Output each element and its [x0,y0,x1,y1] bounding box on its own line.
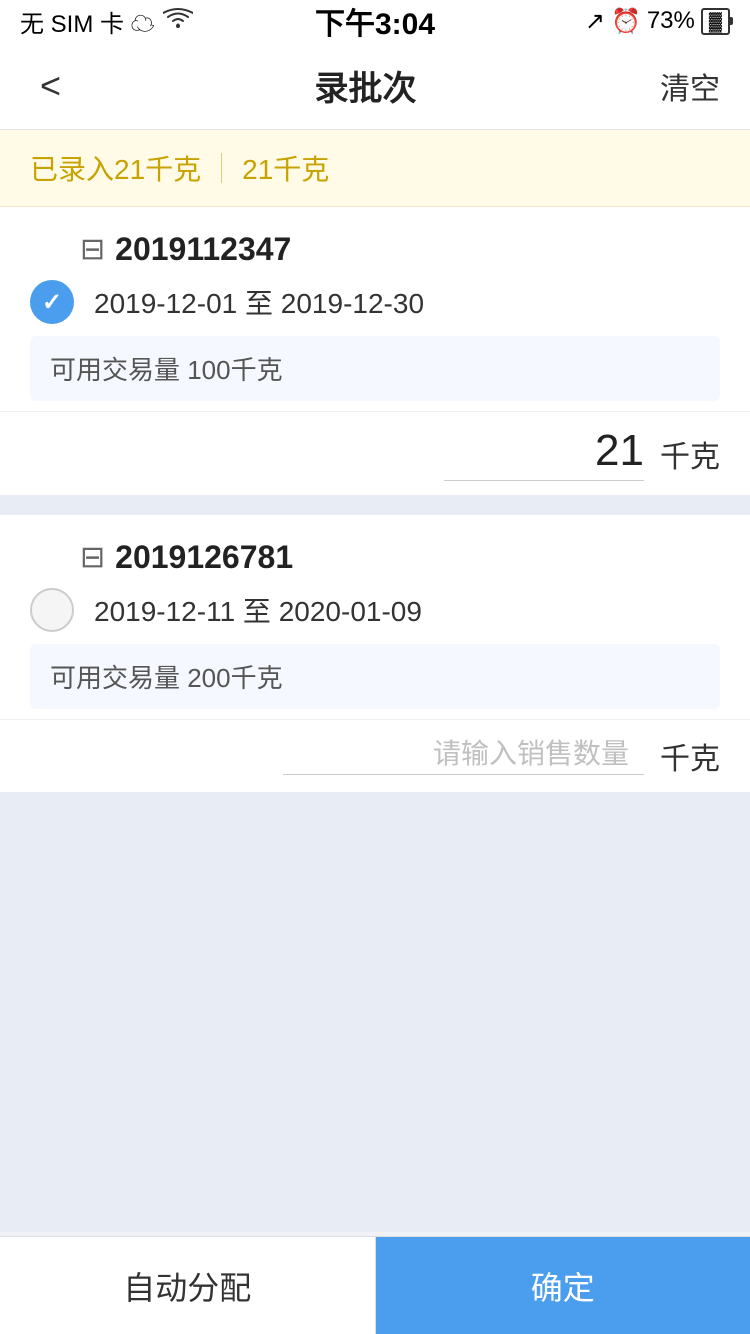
clear-button[interactable]: 清空 [660,64,720,108]
batch-2-card: ⊟ 2019126781 2019-12-11 至 2020-01-09 可用交… [0,515,750,792]
recorded-amount: 已录入21千克 [30,148,201,188]
no-sim-text: 无 SIM 卡 ☁ [20,4,155,39]
batch-1-radio[interactable] [30,280,74,324]
back-button[interactable]: < [30,55,71,117]
batch-1-quantity-underline: 21 [444,426,644,481]
info-banner: 已录入21千克 21千克 [0,130,750,207]
batch-1-card: ⊟ 2019112347 2019-12-01 至 2019-12-30 可用交… [0,207,750,495]
bottom-bar: 自动分配 确定 [0,1236,750,1334]
page-title: 录批次 [315,61,417,110]
wifi-icon [163,7,193,36]
alarm-icon: ⏰ [611,7,641,36]
batch-1-date-row[interactable]: 2019-12-01 至 2019-12-30 [0,276,750,332]
batch-1-date: 2019-12-01 至 2019-12-30 [94,282,424,322]
batch-2-radio[interactable] [30,588,74,632]
nav-bar: < 录批次 清空 [0,42,750,130]
auto-distribute-button[interactable]: 自动分配 [0,1237,376,1334]
battery-text: 73% [647,7,695,35]
status-left: 无 SIM 卡 ☁ [20,4,193,39]
batch-1-header: ⊟ 2019112347 [0,207,750,276]
batch-2-date-row[interactable]: 2019-12-11 至 2020-01-09 [0,584,750,640]
status-bar: 无 SIM 卡 ☁ 下午3:04 ↗ ⏰ 73% ▓ [0,0,750,42]
status-time: 下午3:04 [315,0,435,43]
batch-2-id: 2019126781 [115,539,293,576]
batch-1-available: 可用交易量 100千克 [30,336,720,401]
batch-1-unit: 千克 [660,432,720,476]
batch-1-quantity-value: 21 [595,426,644,475]
total-amount: 21千克 [242,148,329,188]
batch-2-header: ⊟ 2019126781 [0,515,750,584]
batch-1-id: 2019112347 [115,231,291,268]
empty-area [0,812,750,1232]
status-right: ↗ ⏰ 73% ▓ [585,7,730,36]
separator-2 [0,792,750,812]
batch-icon-1: ⊟ [80,232,105,267]
battery-icon: ▓ [701,8,730,35]
batch-2-input-row[interactable]: 千克 [0,719,750,792]
info-divider [221,153,222,183]
batch-2-unit: 千克 [660,734,720,778]
batch-1-quantity-row: 21 千克 [0,411,750,495]
batch-icon-2: ⊟ [80,540,105,575]
batch-2-quantity-input[interactable] [283,738,644,775]
separator-1 [0,495,750,515]
location-icon: ↗ [585,7,605,36]
confirm-button[interactable]: 确定 [376,1237,750,1334]
batch-2-available: 可用交易量 200千克 [30,644,720,709]
batch-2-date: 2019-12-11 至 2020-01-09 [94,590,422,630]
